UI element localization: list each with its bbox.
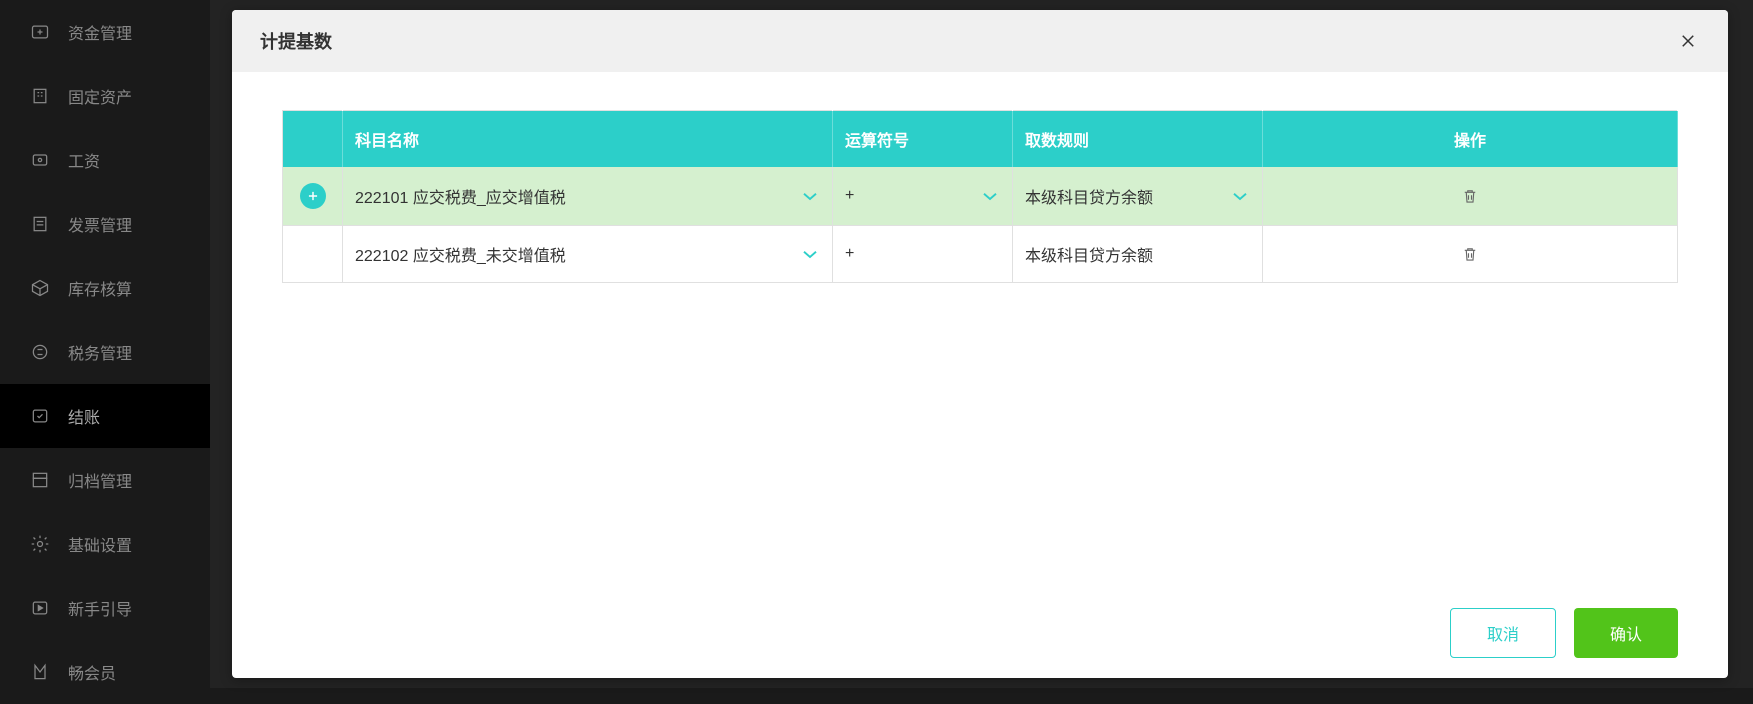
rule-select[interactable]: 本级科目贷方余额 bbox=[1025, 184, 1250, 208]
trash-icon bbox=[1461, 186, 1479, 206]
add-row-button[interactable] bbox=[300, 183, 326, 209]
sidebar-item-label: 发票管理 bbox=[68, 212, 132, 236]
delete-row-button[interactable] bbox=[1459, 185, 1481, 207]
member-icon bbox=[30, 662, 50, 682]
chevron-down-icon bbox=[800, 244, 820, 264]
sidebar-item-member[interactable]: 畅会员 bbox=[0, 640, 210, 704]
sidebar-item-label: 工资 bbox=[68, 148, 100, 172]
sidebar-item-inventory[interactable]: 库存核算 bbox=[0, 256, 210, 320]
sidebar-item-label: 税务管理 bbox=[68, 340, 132, 364]
gear-icon bbox=[30, 534, 50, 554]
sidebar-item-label: 固定资产 bbox=[68, 84, 132, 108]
modal-header: 计提基数 bbox=[232, 10, 1728, 72]
chevron-down-icon bbox=[1230, 186, 1250, 206]
funds-icon bbox=[30, 22, 50, 42]
building-icon bbox=[30, 86, 50, 106]
sidebar-item-label: 畅会员 bbox=[68, 660, 116, 684]
salary-icon bbox=[30, 150, 50, 170]
sidebar-item-label: 资金管理 bbox=[68, 20, 132, 44]
chevron-down-icon bbox=[980, 186, 1000, 206]
rule-value: 本级科目贷方余额 bbox=[1025, 248, 1153, 265]
sidebar-item-funds[interactable]: 资金管理 bbox=[0, 0, 210, 64]
sidebar-item-closing[interactable]: 结账 bbox=[0, 384, 210, 448]
subject-value: 222102 应交税费_未交增值税 bbox=[355, 242, 566, 266]
guide-icon bbox=[30, 598, 50, 618]
sidebar-item-label: 基础设置 bbox=[68, 532, 132, 556]
sidebar-item-label: 新手引导 bbox=[68, 596, 132, 620]
tax-icon bbox=[30, 342, 50, 362]
table-header-operator: 运算符号 bbox=[833, 111, 1013, 168]
modal-title: 计提基数 bbox=[260, 28, 332, 54]
subject-select[interactable]: 222102 应交税费_未交增值税 bbox=[355, 242, 820, 266]
confirm-button[interactable]: 确认 bbox=[1574, 608, 1678, 658]
modal-dialog: 计提基数 科目名称 运算符号 取数规则 操作 bbox=[232, 10, 1728, 678]
sidebar-item-label: 库存核算 bbox=[68, 276, 132, 300]
closing-icon bbox=[30, 406, 50, 426]
sidebar-item-salary[interactable]: 工资 bbox=[0, 128, 210, 192]
invoice-icon bbox=[30, 214, 50, 234]
sidebar-item-archive[interactable]: 归档管理 bbox=[0, 448, 210, 512]
rule-value: 本级科目贷方余额 bbox=[1025, 184, 1153, 208]
operator-value: + bbox=[845, 187, 854, 205]
table-header-add bbox=[283, 111, 343, 168]
table-header-action: 操作 bbox=[1263, 111, 1678, 168]
delete-row-button[interactable] bbox=[1459, 243, 1481, 265]
sidebar-item-assets[interactable]: 固定资产 bbox=[0, 64, 210, 128]
sidebar-item-tax[interactable]: 税务管理 bbox=[0, 320, 210, 384]
trash-icon bbox=[1461, 244, 1479, 264]
operator-select[interactable]: + bbox=[845, 186, 1000, 206]
inventory-icon bbox=[30, 278, 50, 298]
data-table: 科目名称 运算符号 取数规则 操作 222101 应交税费_应交增值税 bbox=[282, 110, 1678, 283]
plus-icon bbox=[306, 189, 320, 203]
close-icon bbox=[1679, 32, 1697, 50]
sidebar-item-settings[interactable]: 基础设置 bbox=[0, 512, 210, 576]
modal-footer: 取消 确认 bbox=[232, 588, 1728, 678]
sidebar-item-label: 结账 bbox=[68, 404, 100, 428]
archive-icon bbox=[30, 470, 50, 490]
cancel-button[interactable]: 取消 bbox=[1450, 608, 1556, 658]
sidebar-item-guide[interactable]: 新手引导 bbox=[0, 576, 210, 640]
subject-select[interactable]: 222101 应交税费_应交增值税 bbox=[355, 184, 820, 208]
table-row: 222101 应交税费_应交增值税 + bbox=[283, 167, 1678, 226]
sidebar: 资金管理 固定资产 工资 发票管理 库存核算 税务管理 结账 bbox=[0, 0, 210, 688]
sidebar-item-label: 归档管理 bbox=[68, 468, 132, 492]
subject-value: 222101 应交税费_应交增值税 bbox=[355, 184, 566, 208]
modal-body: 科目名称 运算符号 取数规则 操作 222101 应交税费_应交增值税 bbox=[232, 72, 1728, 588]
table-row: 222102 应交税费_未交增值税 + 本级科目贷方余额 bbox=[283, 226, 1678, 283]
sidebar-item-invoice[interactable]: 发票管理 bbox=[0, 192, 210, 256]
operator-value: + bbox=[845, 245, 854, 262]
close-button[interactable] bbox=[1676, 29, 1700, 53]
table-header-subject: 科目名称 bbox=[343, 111, 833, 168]
table-header-rule: 取数规则 bbox=[1013, 111, 1263, 168]
chevron-down-icon bbox=[800, 186, 820, 206]
